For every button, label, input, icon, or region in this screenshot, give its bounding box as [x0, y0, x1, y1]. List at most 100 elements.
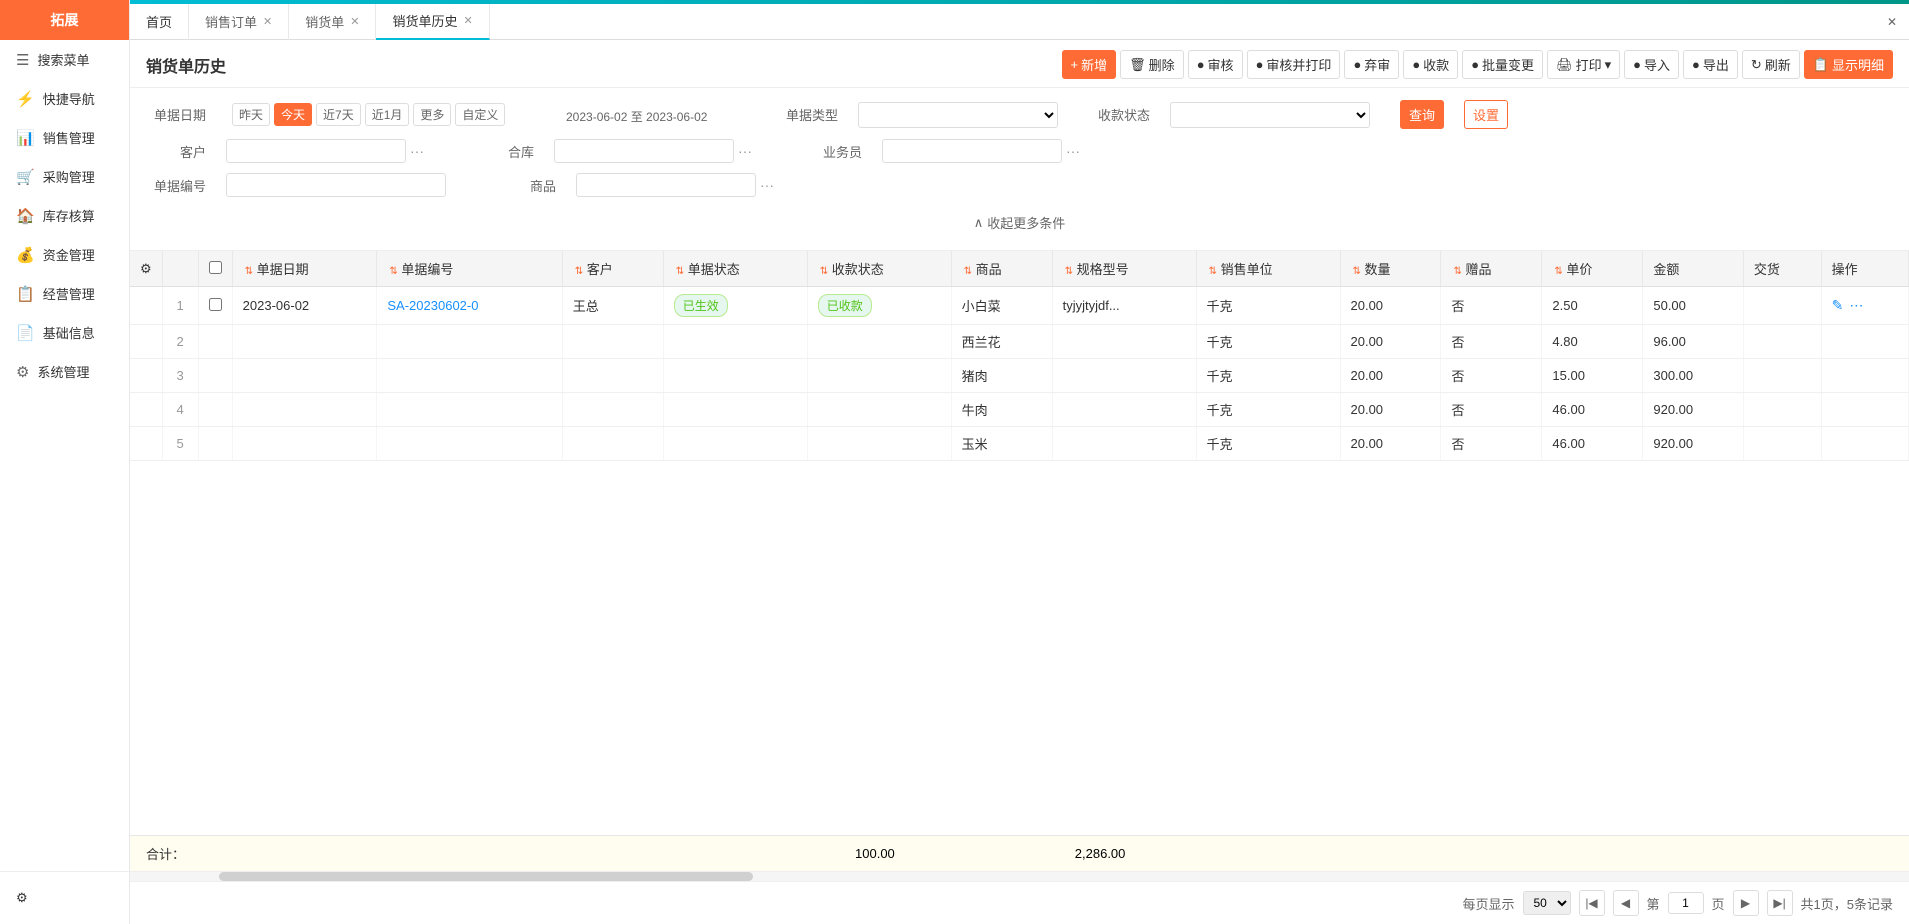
table-scrollbar[interactable] [130, 871, 1909, 881]
content-area: 销货单历史 + 新增 🗑 删除 ● 审核 ● 审核并打印 [130, 40, 1909, 924]
row-checkbox-cell[interactable] [198, 325, 232, 359]
warehouse-input[interactable] [554, 139, 734, 163]
th-qty[interactable]: ⇅ 数量 [1340, 251, 1441, 287]
th-pay-status[interactable]: ⇅ 收款状态 [807, 251, 951, 287]
sidebar-item-quick-nav[interactable]: ⚡ 快捷导航 [0, 79, 129, 118]
row-checkbox-cell[interactable] [198, 393, 232, 427]
table-row[interactable]: 3猪肉千克20.00否15.00300.00 [130, 359, 1909, 393]
plus-icon: + [1071, 57, 1079, 72]
doc-no-field [226, 173, 446, 197]
collect-button[interactable]: ● 收款 [1403, 50, 1458, 79]
th-doc-no[interactable]: ⇅ 单据编号 [377, 251, 562, 287]
approve-print-button[interactable]: ● 审核并打印 [1247, 50, 1341, 79]
last-page-button[interactable]: ▶| [1767, 890, 1793, 916]
sidebar-item-inventory[interactable]: 🏠 库存核算 [0, 196, 129, 235]
th-goods[interactable]: ⇅ 商品 [951, 251, 1052, 287]
sidebar-bottom-btn1[interactable]: ⚙ [0, 880, 129, 916]
summary-label: 合计： [146, 844, 185, 863]
date-btn-custom[interactable]: 自定义 [455, 103, 505, 126]
date-btn-today[interactable]: 今天 [274, 103, 312, 126]
sidebar-item-search[interactable]: ☰ 搜索菜单 [0, 40, 129, 79]
cell-gift: 否 [1441, 427, 1542, 461]
tab-sales-order[interactable]: 销售订单 ✕ [189, 4, 289, 40]
refresh-button[interactable]: ↻ 刷新 [1742, 50, 1800, 79]
warehouse-more-icon[interactable]: ··· [738, 143, 752, 159]
date-btn-more[interactable]: 更多 [413, 103, 451, 126]
finance-icon: 💰 [16, 246, 35, 264]
doc-no-input[interactable] [226, 173, 446, 197]
doc-no-link[interactable]: SA-20230602-0 [387, 298, 478, 313]
th-price[interactable]: ⇅ 单价 [1542, 251, 1643, 287]
payment-status-select[interactable] [1170, 102, 1370, 128]
salesman-more-icon[interactable]: ··· [1066, 143, 1080, 159]
th-gear[interactable]: ⚙ [130, 251, 162, 287]
salesman-input[interactable] [882, 139, 1062, 163]
import-button[interactable]: ● 导入 [1624, 50, 1679, 79]
doc-type-select[interactable] [858, 102, 1058, 128]
tab-sales-history[interactable]: 销货单历史 ✕ [376, 4, 489, 40]
sidebar-item-finance[interactable]: 💰 资金管理 [0, 235, 129, 274]
tab-home[interactable]: 首页 [130, 4, 189, 40]
sidebar-item-operations[interactable]: 📋 经营管理 [0, 274, 129, 313]
customer-input[interactable] [226, 139, 406, 163]
cell-actions [1821, 325, 1908, 359]
page-input[interactable] [1668, 892, 1704, 914]
goods-input[interactable] [576, 173, 756, 197]
sidebar-item-basic-info[interactable]: 📄 基础信息 [0, 313, 129, 352]
cell-qty: 20.00 [1340, 325, 1441, 359]
next-page-button[interactable]: ▶ [1733, 890, 1759, 916]
select-all-checkbox[interactable] [209, 261, 222, 274]
date-btn-yesterday[interactable]: 昨天 [232, 103, 270, 126]
print-button[interactable]: 🖨 打印 ▾ [1547, 50, 1620, 79]
scrollbar-thumb[interactable] [219, 872, 753, 881]
row-checkbox-cell[interactable] [198, 287, 232, 325]
date-btn-7days[interactable]: 近7天 [316, 103, 361, 126]
date-btn-1month[interactable]: 近1月 [365, 103, 410, 126]
row-checkbox-cell[interactable] [198, 427, 232, 461]
goods-label: 商品 [496, 176, 556, 195]
doc-type-field [858, 102, 1058, 128]
edit-button[interactable]: ✎ [1832, 297, 1844, 314]
first-page-button[interactable]: |◀ [1579, 890, 1605, 916]
table-header: ⚙ ⇅ 单据日期 ⇅ 单据编 [130, 251, 1909, 287]
collapse-button[interactable]: ∧ 收起更多条件 [146, 207, 1893, 238]
close-icon[interactable]: ✕ [464, 14, 473, 27]
th-date[interactable]: ⇅ 单据日期 [232, 251, 377, 287]
chevron-up-icon: ∧ [974, 215, 984, 231]
customer-more-icon[interactable]: ··· [410, 143, 424, 159]
query-button[interactable]: 查询 [1400, 100, 1444, 129]
approve-button[interactable]: ● 审核 [1188, 50, 1243, 79]
th-doc-status[interactable]: ⇅ 单据状态 [663, 251, 807, 287]
close-all-tabs[interactable]: ✕ [1875, 15, 1909, 29]
table-row[interactable]: 2西兰花千克20.00否4.8096.00 [130, 325, 1909, 359]
th-customer[interactable]: ⇅ 客户 [562, 251, 663, 287]
th-spec[interactable]: ⇅ 规格型号 [1052, 251, 1196, 287]
row-checkbox[interactable] [209, 298, 222, 311]
sort-icon: ⇅ [1554, 266, 1562, 277]
close-icon[interactable]: ✕ [263, 15, 272, 28]
prev-page-button[interactable]: ◀ [1613, 890, 1639, 916]
add-button[interactable]: + 新增 [1062, 50, 1117, 79]
th-checkbox[interactable] [198, 251, 232, 287]
table-row[interactable]: 5玉米千克20.00否46.00920.00 [130, 427, 1909, 461]
row-checkbox-cell[interactable] [198, 359, 232, 393]
sidebar-item-sales[interactable]: 📊 销售管理 [0, 118, 129, 157]
sidebar-item-purchase[interactable]: 🛒 采购管理 [0, 157, 129, 196]
close-icon[interactable]: ✕ [350, 15, 359, 28]
th-unit[interactable]: ⇅ 销售单位 [1196, 251, 1340, 287]
tab-sales-delivery[interactable]: 销货单 ✕ [289, 4, 376, 40]
page-size-select[interactable]: 50 [1523, 891, 1571, 915]
sidebar-item-system[interactable]: ⚙ 系统管理 [0, 352, 129, 391]
batch-change-button[interactable]: ● 批量变更 [1462, 50, 1543, 79]
show-detail-button[interactable]: 📋 显示明细 [1804, 50, 1893, 79]
goods-more-icon[interactable]: ··· [760, 177, 774, 193]
abandon-button[interactable]: ● 弃审 [1344, 50, 1399, 79]
export-button[interactable]: ● 导出 [1683, 50, 1738, 79]
more-actions-button[interactable]: ⋯ [1849, 297, 1863, 314]
th-gift[interactable]: ⇅ 赠品 [1441, 251, 1542, 287]
table-row[interactable]: 4牛肉千克20.00否46.00920.00 [130, 393, 1909, 427]
cell-pay-status [807, 325, 951, 359]
settings-button[interactable]: 设置 [1464, 100, 1508, 129]
delete-button[interactable]: 🗑 删除 [1120, 50, 1184, 79]
table-row[interactable]: 12023-06-02SA-20230602-0王总已生效已收款小白菜tyjyj… [130, 287, 1909, 325]
